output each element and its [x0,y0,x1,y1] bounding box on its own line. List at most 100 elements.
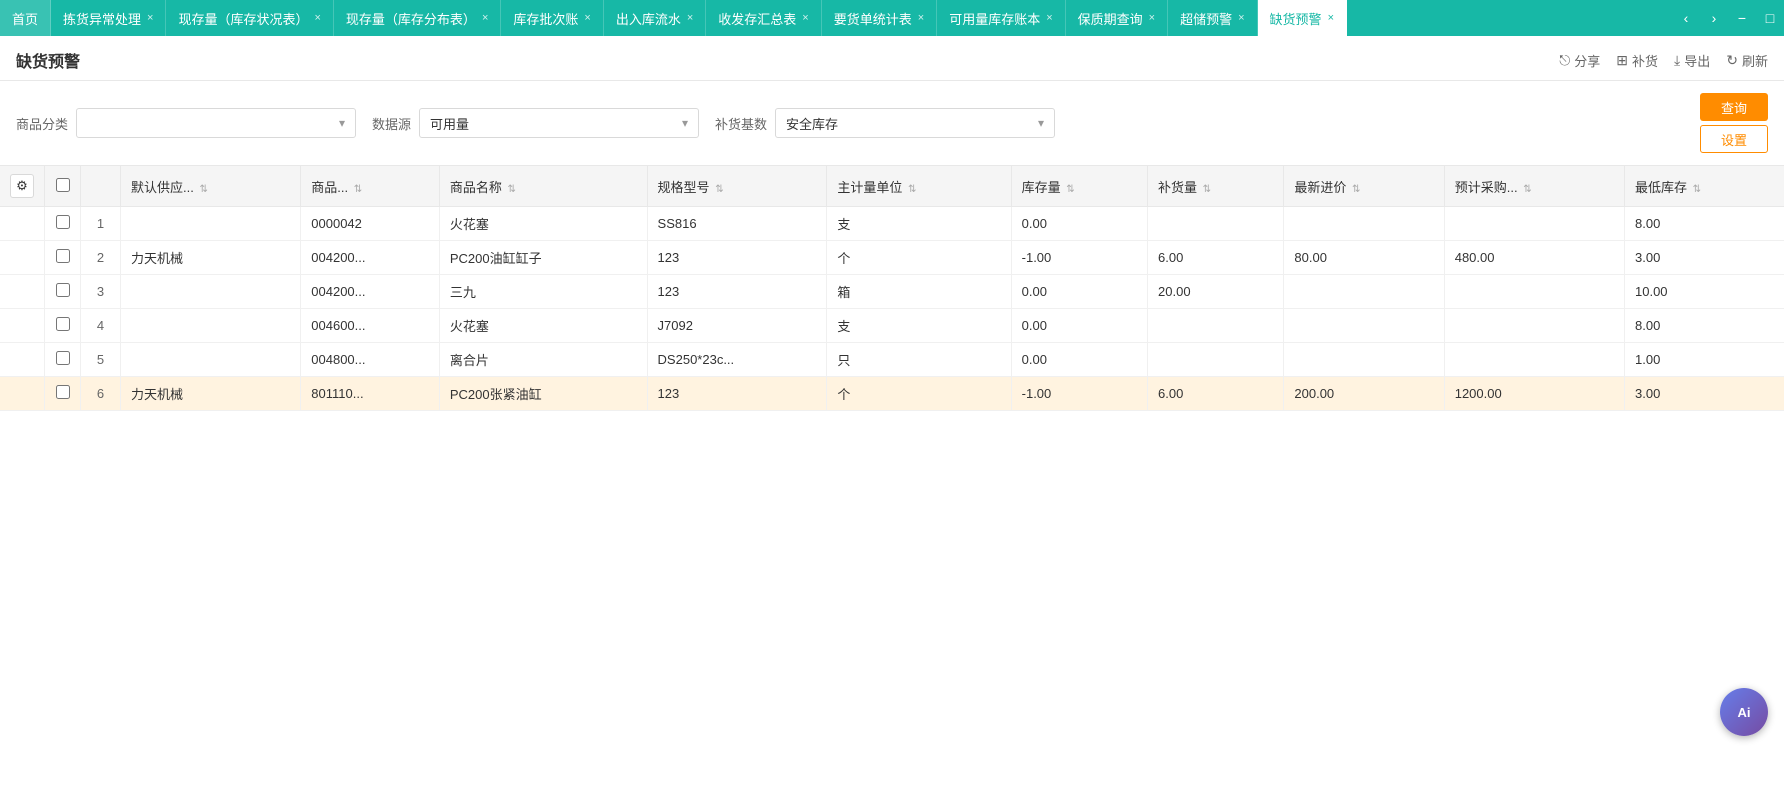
datasource-chevron-icon: ▾ [682,116,688,130]
tab-close-overstock[interactable]: × [1238,12,1244,24]
row-checkbox-3[interactable] [56,283,70,297]
row-unit-4: 支 [827,309,1011,343]
row-checkbox-cell[interactable] [45,241,81,275]
tab-home[interactable]: 首页 [0,0,51,36]
tab-stock-status[interactable]: 现存量（库存状况表） × [166,0,333,36]
row-unit-6: 个 [827,377,1011,411]
settings-button[interactable]: 设置 [1700,125,1768,153]
row-checkbox-cell[interactable] [45,275,81,309]
tab-close-batch[interactable]: × [584,12,590,24]
datasource-select[interactable]: 可用量 ▾ [419,108,699,138]
select-all-checkbox[interactable] [56,178,70,192]
replenish-sort-icon: ⇅ [1203,184,1211,195]
col-min-stock-header[interactable]: 最低库存 ⇅ [1625,166,1784,207]
refresh-icon: ↻ [1726,52,1738,69]
tab-close-flow[interactable]: × [687,12,693,24]
table-container: ⚙ 默认供应... ⇅ 商品... ⇅ 商品名称 [0,166,1784,411]
tab-nav-prev[interactable]: ‹ [1672,0,1700,36]
col-est-purchase-header[interactable]: 预计采购... ⇅ [1444,166,1624,207]
column-settings-icon[interactable]: ⚙ [10,174,34,198]
row-checkbox-1[interactable] [56,215,70,229]
tab-close-expiry[interactable]: × [1149,12,1155,24]
row-unit-3: 箱 [827,275,1011,309]
row-spec-6: 123 [647,377,827,411]
tab-close-shortage[interactable]: × [1328,12,1334,24]
row-product-name-1: 火花塞 [439,207,647,241]
tab-summary[interactable]: 收发存汇总表 × [706,0,821,36]
tab-batch[interactable]: 库存批次账 × [501,0,603,36]
row-replenish-2: 6.00 [1148,241,1284,275]
category-select[interactable]: ▾ [76,108,356,138]
col-supplier-header[interactable]: 默认供应... ⇅ [121,166,301,207]
row-checkbox-cell[interactable] [45,207,81,241]
row-product-name-4: 火花塞 [439,309,647,343]
table-row: 5 004800... 离合片 DS250*23c... 只 0.00 1.00 [0,343,1784,377]
replenish-button[interactable]: ⊞ 补货 [1616,51,1658,70]
tab-available[interactable]: 可用量库存账本 × [937,0,1065,36]
export-button[interactable]: ⤓ 导出 [1674,51,1710,70]
row-num-3: 3 [81,275,121,309]
tab-flow[interactable]: 出入库流水 × [604,0,706,36]
row-settings-cell [0,309,45,343]
tab-nav-next[interactable]: › [1700,0,1728,36]
col-spec-header[interactable]: 规格型号 ⇅ [647,166,827,207]
tab-overstock[interactable]: 超储预警 × [1168,0,1257,36]
query-button[interactable]: 查询 [1700,93,1768,121]
tab-expiry[interactable]: 保质期查询 × [1066,0,1168,36]
tab-picking[interactable]: 拣货异常处理 × [51,0,166,36]
row-est-purchase-3 [1444,275,1624,309]
row-unit-5: 只 [827,343,1011,377]
row-stock-4: 0.00 [1011,309,1147,343]
row-checkbox-cell[interactable] [45,377,81,411]
spec-sort-icon: ⇅ [715,184,723,195]
data-table: ⚙ 默认供应... ⇅ 商品... ⇅ 商品名称 [0,166,1784,411]
row-est-purchase-2: 480.00 [1444,241,1624,275]
col-checkbox-header[interactable] [45,166,81,207]
row-product-code-5: 004800... [301,343,440,377]
replenish-base-label: 补货基数 [715,114,767,133]
tab-close-stock-dist[interactable]: × [482,12,488,24]
col-settings-header[interactable]: ⚙ [0,166,45,207]
tab-maximize[interactable]: □ [1756,0,1784,36]
refresh-button[interactable]: ↻ 刷新 [1726,51,1768,70]
col-product-code-header[interactable]: 商品... ⇅ [301,166,440,207]
col-replenish-header[interactable]: 补货量 ⇅ [1148,166,1284,207]
col-stock-header[interactable]: 库存量 ⇅ [1011,166,1147,207]
row-min-stock-4: 8.00 [1625,309,1784,343]
tab-minimize[interactable]: − [1728,0,1756,36]
row-latest-price-2: 80.00 [1284,241,1444,275]
row-settings-cell [0,241,45,275]
product-name-sort-icon: ⇅ [507,184,515,195]
row-checkbox-cell[interactable] [45,309,81,343]
replenish-base-select[interactable]: 安全库存 ▾ [775,108,1055,138]
row-checkbox-5[interactable] [56,351,70,365]
main-content: 缺货预警 ⎋ 分享 ⊞ 补货 ⤓ 导出 ↻ 刷新 商品分类 [0,36,1784,796]
tab-close-stock-status[interactable]: × [314,12,320,24]
col-unit-header[interactable]: 主计量单位 ⇅ [827,166,1011,207]
tab-close-available[interactable]: × [1046,12,1052,24]
est-purchase-sort-icon: ⇅ [1523,184,1531,195]
share-button[interactable]: ⎋ 分享 [1559,51,1600,70]
row-min-stock-6: 3.00 [1625,377,1784,411]
row-checkbox-cell[interactable] [45,343,81,377]
col-num-header [81,166,121,207]
ai-badge[interactable]: Ai [1720,688,1768,736]
row-product-code-2: 004200... [301,241,440,275]
row-min-stock-2: 3.00 [1625,241,1784,275]
tab-close-order-stats[interactable]: × [918,12,924,24]
row-est-purchase-4 [1444,309,1624,343]
row-checkbox-6[interactable] [56,385,70,399]
row-checkbox-2[interactable] [56,249,70,263]
table-row: 3 004200... 三九 123 箱 0.00 20.00 10.00 [0,275,1784,309]
col-product-name-header[interactable]: 商品名称 ⇅ [439,166,647,207]
tab-order-stats[interactable]: 要货单统计表 × [822,0,937,36]
tab-stock-dist[interactable]: 现存量（库存分布表） × [334,0,501,36]
col-latest-price-header[interactable]: 最新进价 ⇅ [1284,166,1444,207]
tab-close-picking[interactable]: × [147,12,153,24]
filter-group-replenish-base: 补货基数 安全库存 ▾ [715,108,1055,138]
tab-shortage[interactable]: 缺货预警 × [1258,0,1347,36]
row-product-code-3: 004200... [301,275,440,309]
row-checkbox-4[interactable] [56,317,70,331]
row-replenish-6: 6.00 [1148,377,1284,411]
tab-close-summary[interactable]: × [802,12,808,24]
